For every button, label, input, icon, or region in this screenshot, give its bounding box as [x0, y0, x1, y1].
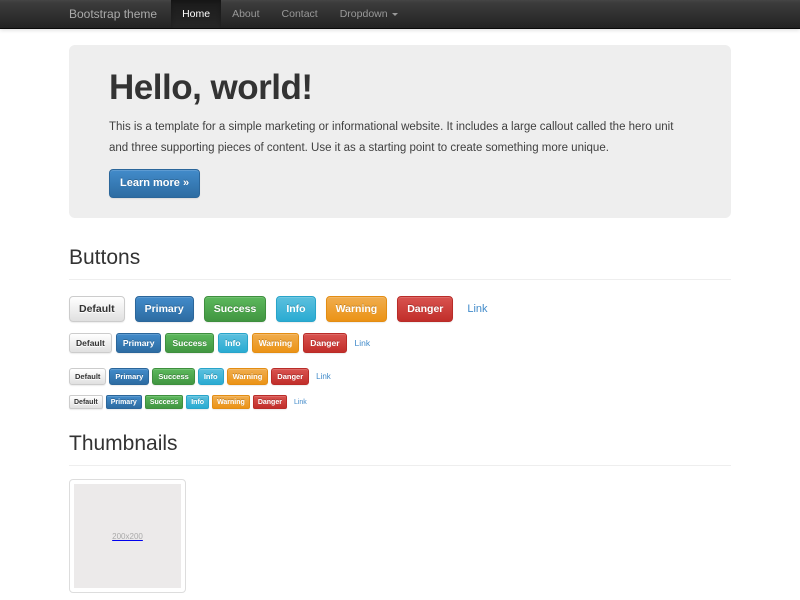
learn-more-button[interactable]: Learn more »	[109, 169, 200, 198]
nav-item-home[interactable]: Home	[171, 0, 221, 28]
navbar: Bootstrap theme Home About Contact Dropd…	[0, 0, 800, 29]
button-md-link[interactable]: Link	[355, 338, 371, 348]
button-sm-success[interactable]: Success	[152, 368, 194, 385]
button-xs-default[interactable]: Default	[69, 395, 103, 409]
buttons-heading: Buttons	[69, 246, 731, 280]
thumbnail[interactable]: 200x200	[69, 479, 186, 593]
button-lg-success[interactable]: Success	[204, 296, 267, 322]
button-lg-danger[interactable]: Danger	[397, 296, 453, 322]
placeholder-image: 200x200	[74, 484, 181, 588]
hero-paragraph-line1: This is a template for a simple marketin…	[109, 117, 691, 138]
button-xs-danger[interactable]: Danger	[253, 395, 287, 409]
nav-item-about[interactable]: About	[221, 0, 270, 28]
button-xs-success[interactable]: Success	[145, 395, 183, 409]
placeholder-label: 200x200	[112, 532, 143, 541]
button-md-danger[interactable]: Danger	[303, 333, 346, 353]
button-md-default[interactable]: Default	[69, 333, 112, 353]
button-sm-info[interactable]: Info	[198, 368, 224, 385]
button-md-info[interactable]: Info	[218, 333, 248, 353]
button-lg-info[interactable]: Info	[276, 296, 315, 322]
thumbnails-section: Thumbnails 200x200	[69, 432, 731, 593]
button-sm-link[interactable]: Link	[316, 372, 331, 381]
buttons-section: Buttons DefaultPrimarySuccessInfoWarning…	[69, 246, 731, 409]
thumbnails-heading: Thumbnails	[69, 432, 731, 466]
button-sm-primary[interactable]: Primary	[109, 368, 149, 385]
button-row-large: Default Primary Success Info Warning Danger Li…	[69, 296, 731, 322]
button-row-small: DefaultPrimarySuccessInfoWarningDanger Li…	[69, 368, 731, 385]
navbar-container: Bootstrap theme Home About Contact Dropd…	[69, 0, 731, 28]
button-sm-default[interactable]: Default	[69, 368, 106, 385]
button-row-default: DefaultPrimarySuccessInfoWarningDanger Li…	[69, 333, 731, 353]
button-xs-primary[interactable]: Primary	[106, 395, 142, 409]
button-lg-warning[interactable]: Warning	[326, 296, 388, 322]
caret-down-icon	[392, 13, 398, 16]
nav-item-dropdown-label: Dropdown	[340, 0, 388, 28]
nav-item-dropdown[interactable]: Dropdown	[329, 0, 409, 28]
nav-item-contact[interactable]: Contact	[271, 0, 329, 28]
button-sm-warning[interactable]: Warning	[227, 368, 269, 385]
button-md-success[interactable]: Success	[165, 333, 214, 353]
button-xs-info[interactable]: Info	[186, 395, 209, 409]
navbar-brand[interactable]: Bootstrap theme	[69, 0, 171, 28]
button-sm-danger[interactable]: Danger	[271, 368, 309, 385]
hero-paragraph-line2: and three supporting pieces of content. …	[109, 138, 691, 159]
button-md-primary[interactable]: Primary	[116, 333, 162, 353]
button-lg-primary[interactable]: Primary	[135, 296, 194, 322]
hero-unit: Hello, world! This is a template for a s…	[69, 45, 731, 218]
navbar-nav: Home About Contact Dropdown	[171, 0, 409, 28]
button-md-warning[interactable]: Warning	[252, 333, 300, 353]
button-xs-warning[interactable]: Warning	[212, 395, 250, 409]
hero-title: Hello, world!	[109, 68, 691, 108]
button-lg-link[interactable]: Link	[467, 303, 487, 315]
hero-paragraph: This is a template for a simple marketin…	[109, 117, 691, 158]
button-row-extra-small: DefaultPrimarySuccessInfoWarningDanger Li…	[69, 395, 731, 409]
button-xs-link[interactable]: Link	[294, 399, 307, 406]
main-content: Hello, world! This is a template for a s…	[69, 45, 731, 593]
button-lg-default[interactable]: Default	[69, 296, 125, 322]
